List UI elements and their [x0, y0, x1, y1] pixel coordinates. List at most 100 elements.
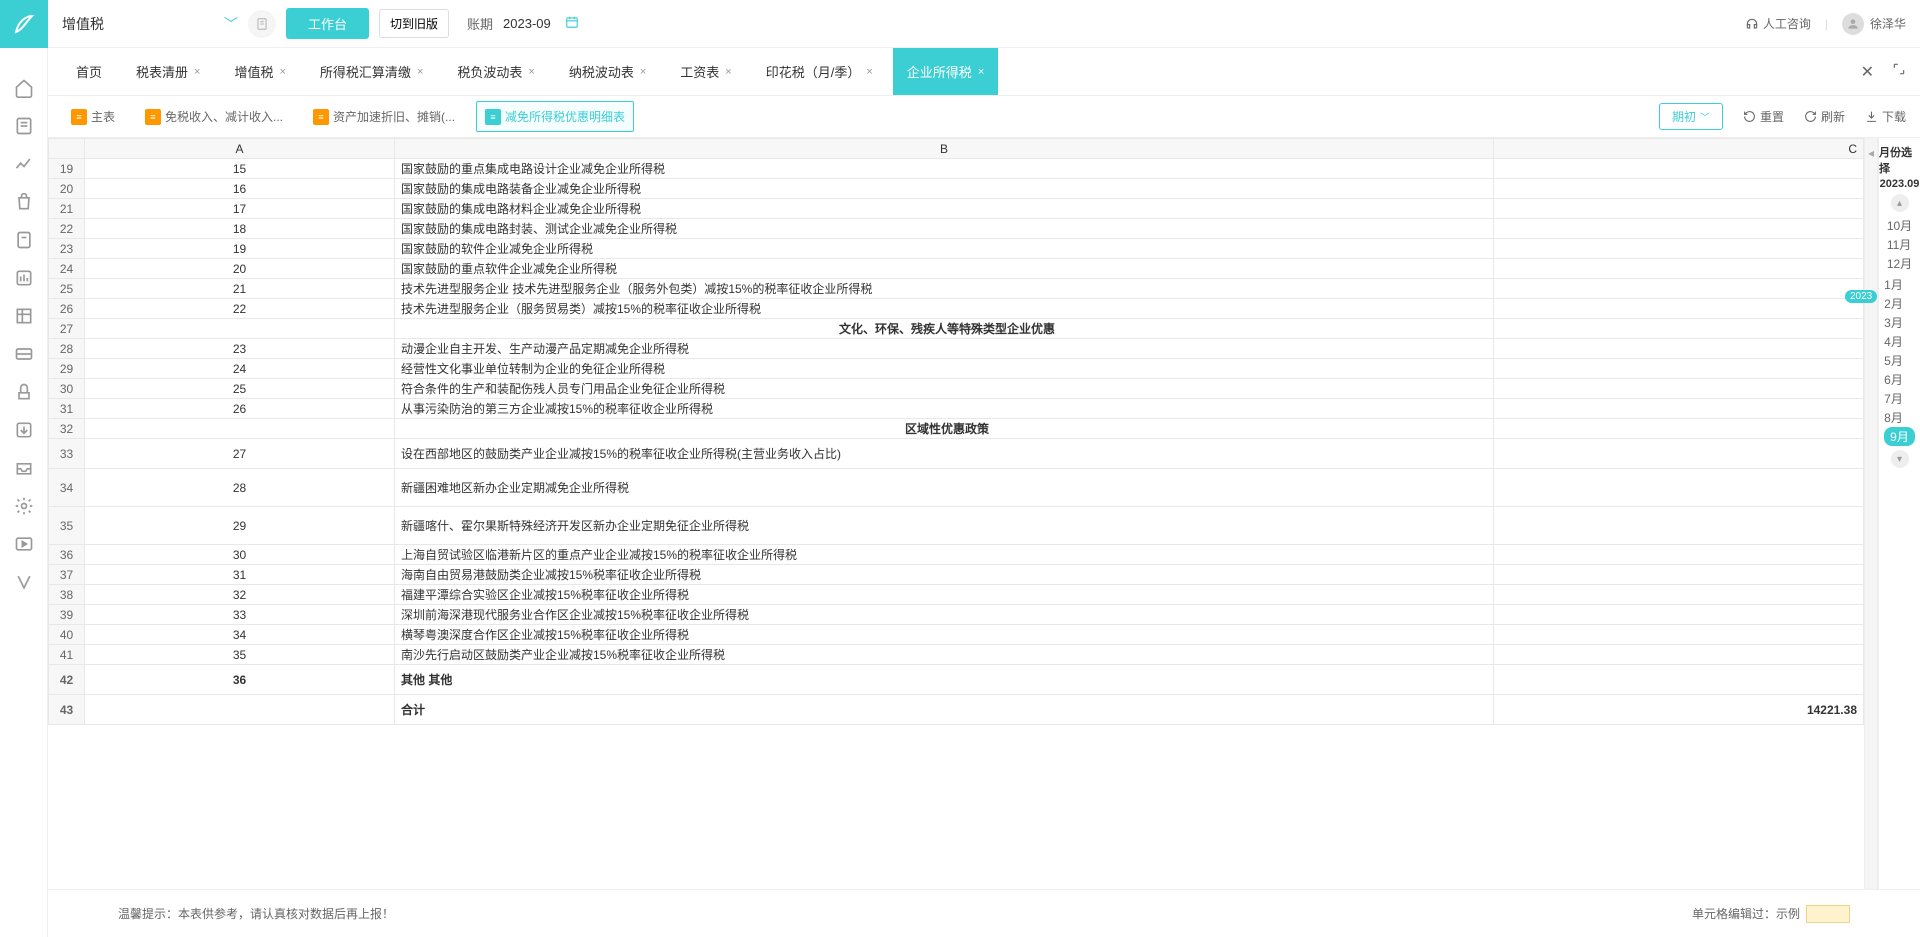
- expand-icon[interactable]: [1892, 62, 1906, 82]
- row-number[interactable]: 32: [49, 419, 85, 439]
- row-number[interactable]: 25: [49, 279, 85, 299]
- cell-a[interactable]: 30: [85, 545, 395, 565]
- cell-c[interactable]: [1494, 339, 1864, 359]
- cell-a[interactable]: 27: [85, 439, 395, 469]
- cell-c[interactable]: [1494, 239, 1864, 259]
- row-number[interactable]: 41: [49, 645, 85, 665]
- bag-icon[interactable]: [14, 192, 34, 212]
- scroll-up-icon[interactable]: ▴: [1891, 194, 1909, 212]
- month-item[interactable]: 1月: [1884, 275, 1915, 294]
- close-icon[interactable]: ×: [417, 66, 423, 78]
- sheet-tab[interactable]: ≡主表: [62, 101, 124, 132]
- hand-icon[interactable]: [14, 382, 34, 402]
- cell-b[interactable]: 新疆困难地区新办企业定期减免企业所得税: [395, 469, 1494, 507]
- row-number[interactable]: 34: [49, 469, 85, 507]
- cell-c[interactable]: [1494, 199, 1864, 219]
- cell-b[interactable]: 国家鼓励的集成电路封装、测试企业减免企业所得税: [395, 219, 1494, 239]
- gear-icon[interactable]: [14, 496, 34, 516]
- close-icon[interactable]: ×: [194, 66, 200, 78]
- row-number[interactable]: 35: [49, 507, 85, 545]
- row-number[interactable]: 29: [49, 359, 85, 379]
- tab-首页[interactable]: 首页: [62, 48, 116, 95]
- row-number[interactable]: 42: [49, 665, 85, 695]
- cell-a[interactable]: 15: [85, 159, 395, 179]
- cell-b[interactable]: 南沙先行启动区鼓励类产业企业减按15%税率征收企业所得税: [395, 645, 1494, 665]
- cell-a[interactable]: 20: [85, 259, 395, 279]
- close-icon[interactable]: ×: [528, 66, 534, 78]
- cell-a[interactable]: 28: [85, 469, 395, 507]
- row-number[interactable]: 27: [49, 319, 85, 339]
- cell-c[interactable]: [1494, 259, 1864, 279]
- refresh-button[interactable]: 刷新: [1804, 108, 1845, 125]
- download-button[interactable]: 下载: [1865, 108, 1906, 125]
- switch-old-button[interactable]: 切到旧版: [379, 9, 449, 38]
- cell-c[interactable]: [1494, 319, 1864, 339]
- row-number[interactable]: 30: [49, 379, 85, 399]
- cell-a[interactable]: 25: [85, 379, 395, 399]
- sheet-tab[interactable]: ≡免税收入、减计收入...: [136, 101, 292, 132]
- close-tab-icon[interactable]: ✕: [1861, 62, 1874, 82]
- cell-b[interactable]: 文化、环保、残疾人等特殊类型企业优惠: [395, 319, 1494, 339]
- calendar-icon[interactable]: [565, 15, 579, 32]
- cell-a[interactable]: 21: [85, 279, 395, 299]
- cell-a[interactable]: 16: [85, 179, 395, 199]
- cell-c[interactable]: [1494, 605, 1864, 625]
- column-header-a[interactable]: A: [85, 139, 395, 159]
- row-number[interactable]: 40: [49, 625, 85, 645]
- cell-c[interactable]: [1494, 645, 1864, 665]
- row-number[interactable]: 24: [49, 259, 85, 279]
- cell-a[interactable]: 29: [85, 507, 395, 545]
- month-item[interactable]: 2月: [1884, 294, 1915, 313]
- row-number[interactable]: 19: [49, 159, 85, 179]
- cell-c[interactable]: [1494, 545, 1864, 565]
- report-icon[interactable]: [14, 268, 34, 288]
- consult-link[interactable]: 人工咨询: [1745, 15, 1811, 32]
- cell-a[interactable]: 26: [85, 399, 395, 419]
- cell-b[interactable]: 区域性优惠政策: [395, 419, 1494, 439]
- tab-增值税[interactable]: 增值税×: [220, 48, 299, 95]
- period-init-button[interactable]: 期初 ﹀: [1659, 103, 1723, 130]
- cell-b[interactable]: 动漫企业自主开发、生产动漫产品定期减免企业所得税: [395, 339, 1494, 359]
- side-panel-toggle[interactable]: ◂: [1864, 138, 1878, 889]
- play-icon[interactable]: [14, 534, 34, 554]
- cell-b[interactable]: 国家鼓励的重点集成电路设计企业减免企业所得税: [395, 159, 1494, 179]
- cell-b[interactable]: 深圳前海深港现代服务业合作区企业减按15%税率征收企业所得税: [395, 605, 1494, 625]
- row-number[interactable]: 31: [49, 399, 85, 419]
- doc-icon[interactable]: [248, 10, 276, 38]
- workbench-button[interactable]: 工作台: [286, 8, 369, 39]
- cell-c[interactable]: [1494, 469, 1864, 507]
- month-item[interactable]: 8月: [1884, 408, 1915, 427]
- cell-c[interactable]: [1494, 299, 1864, 319]
- tab-纳税波动表[interactable]: 纳税波动表×: [555, 48, 660, 95]
- cell-b[interactable]: 新疆喀什、霍尔果斯特殊经济开发区新办企业定期免征企业所得税: [395, 507, 1494, 545]
- cell-c[interactable]: [1494, 625, 1864, 645]
- sheet-tab[interactable]: ≡资产加速折旧、摊销(...: [304, 101, 464, 132]
- cell-c[interactable]: [1494, 565, 1864, 585]
- tab-税负波动表[interactable]: 税负波动表×: [443, 48, 548, 95]
- row-number[interactable]: 33: [49, 439, 85, 469]
- month-item[interactable]: 12月: [1887, 254, 1912, 273]
- close-icon[interactable]: ×: [279, 66, 285, 78]
- row-number[interactable]: 23: [49, 239, 85, 259]
- home-icon[interactable]: [14, 78, 34, 98]
- cell-c[interactable]: [1494, 159, 1864, 179]
- cell-b[interactable]: 国家鼓励的软件企业减免企业所得税: [395, 239, 1494, 259]
- cell-b[interactable]: 国家鼓励的重点软件企业减免企业所得税: [395, 259, 1494, 279]
- book-icon[interactable]: [14, 116, 34, 136]
- month-item[interactable]: 3月: [1884, 313, 1915, 332]
- cell-c[interactable]: [1494, 399, 1864, 419]
- row-number[interactable]: 21: [49, 199, 85, 219]
- grid-icon[interactable]: [14, 344, 34, 364]
- cell-a[interactable]: 17: [85, 199, 395, 219]
- cell-c[interactable]: [1494, 179, 1864, 199]
- scroll-down-icon[interactable]: ▾: [1891, 450, 1909, 468]
- cell-b[interactable]: 海南自由贸易港鼓励类企业减按15%税率征收企业所得税: [395, 565, 1494, 585]
- cell-c[interactable]: [1494, 379, 1864, 399]
- tax-type-selector[interactable]: 增值税 ﹀: [62, 14, 238, 34]
- cell-b[interactable]: 从事污染防治的第三方企业减按15%的税率征收企业所得税: [395, 399, 1494, 419]
- cell-b[interactable]: 国家鼓励的集成电路装备企业减免企业所得税: [395, 179, 1494, 199]
- month-item[interactable]: 5月: [1884, 351, 1915, 370]
- cell-a[interactable]: 31: [85, 565, 395, 585]
- cell-a[interactable]: [85, 695, 395, 725]
- app-logo[interactable]: [0, 0, 48, 48]
